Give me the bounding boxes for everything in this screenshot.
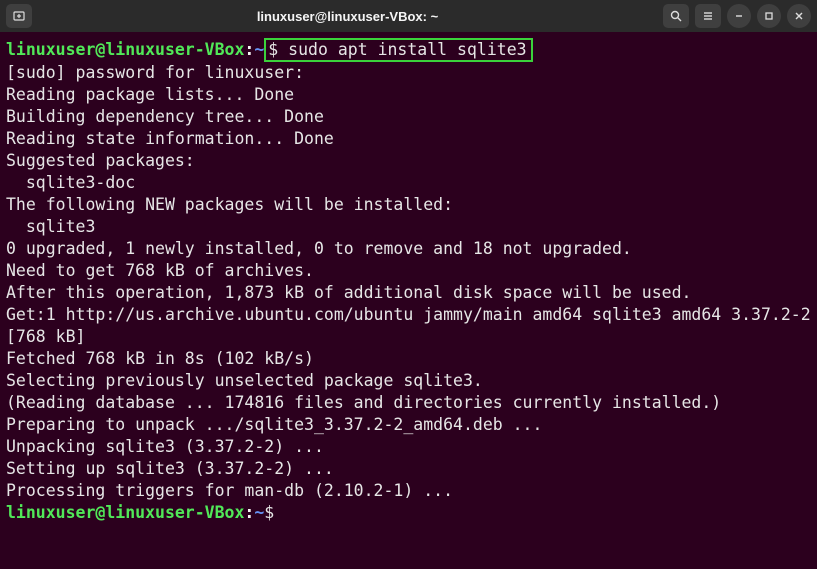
prompt-path-2: ~ xyxy=(254,503,264,522)
prompt-host-2: linuxuser@linuxuser-VBox xyxy=(6,503,244,522)
new-tab-button[interactable] xyxy=(6,4,32,28)
output-lines: [sudo] password for linuxuser: Reading p… xyxy=(6,63,817,500)
minimize-button[interactable] xyxy=(727,4,751,28)
command-highlight: $ sudo apt install sqlite3 xyxy=(264,38,532,62)
prompt-colon: : xyxy=(244,40,254,59)
maximize-button[interactable] xyxy=(757,4,781,28)
search-button[interactable] xyxy=(663,4,689,28)
prompt-symbol: $ xyxy=(264,503,274,522)
terminal-body[interactable]: linuxuser@linuxuser-VBox:~$ sudo apt ins… xyxy=(0,32,817,569)
titlebar: linuxuser@linuxuser-VBox: ~ xyxy=(0,0,817,32)
titlebar-right xyxy=(663,4,811,28)
close-button[interactable] xyxy=(787,4,811,28)
titlebar-left xyxy=(6,4,32,28)
prompt-path: ~ xyxy=(254,40,264,59)
menu-button[interactable] xyxy=(695,4,721,28)
prompt-host: linuxuser@linuxuser-VBox xyxy=(6,40,244,59)
window-title: linuxuser@linuxuser-VBox: ~ xyxy=(38,9,657,24)
prompt-colon-2: : xyxy=(244,503,254,522)
